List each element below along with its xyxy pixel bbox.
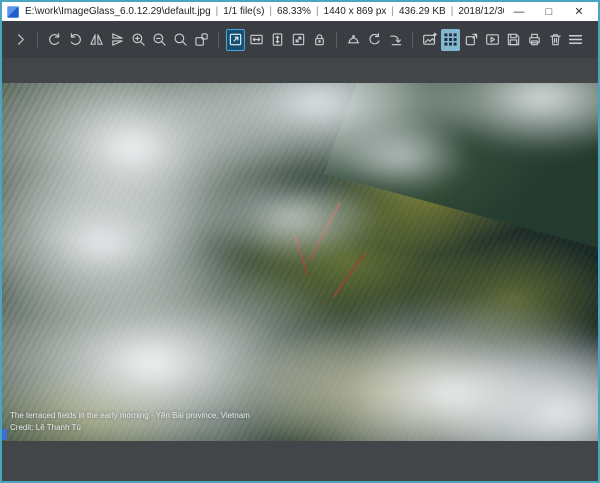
refresh-button[interactable] [365, 29, 384, 51]
window-title: E:\work\ImageGlass_6.0.12.29\default.jpg… [25, 2, 504, 21]
lock-icon [312, 32, 327, 47]
set-wallpaper-button[interactable] [420, 29, 439, 51]
full-screen-button[interactable] [462, 29, 481, 51]
flip-v-icon [110, 32, 125, 47]
minimize-button[interactable]: — [504, 3, 534, 21]
wallpaper-icon [422, 32, 437, 47]
next-icon [13, 32, 28, 47]
next-image-button[interactable] [11, 29, 30, 51]
photo-corner-logo [2, 429, 7, 440]
scale-to-height-button[interactable] [268, 29, 287, 51]
save-icon [506, 32, 521, 47]
zoom-in-icon [131, 32, 146, 47]
print-icon [527, 32, 542, 47]
open-with-icon [346, 32, 361, 47]
photo-canvas[interactable]: The terraced fields in the early morning… [2, 83, 598, 441]
image-viewer[interactable]: The terraced fields in the early morning… [2, 58, 598, 481]
goto-page-button[interactable] [386, 29, 405, 51]
imageglass-window: E:\work\ImageGlass_6.0.12.29\default.jpg… [0, 0, 600, 483]
toolbar-separator [37, 32, 38, 48]
lock-zoom-ratio-button[interactable] [310, 29, 329, 51]
open-with-button[interactable] [344, 29, 363, 51]
title-bar[interactable]: E:\work\ImageGlass_6.0.12.29\default.jpg… [2, 2, 598, 21]
maximize-button[interactable]: □ [534, 3, 564, 21]
zoom-100-icon [173, 32, 188, 47]
auto-zoom-icon [228, 32, 243, 47]
thumbnails-icon [443, 32, 458, 47]
cloud-layer [432, 333, 598, 441]
full-screen-icon [464, 32, 479, 47]
actual-size-button[interactable] [192, 29, 211, 51]
toolbar [2, 21, 598, 58]
scale-height-icon [270, 32, 285, 47]
hamburger-menu-icon [567, 31, 584, 48]
photo-credit: Credit: Lê Thanh Tú [10, 423, 81, 432]
imageglass-logo-icon [7, 6, 19, 18]
thumbnail-bar-button[interactable] [441, 29, 460, 51]
save-image-button[interactable] [504, 29, 523, 51]
rotate-right-icon [68, 32, 83, 47]
toolbar-button-strip [0, 29, 600, 51]
window-controls: — □ ✕ [504, 3, 594, 21]
scale-to-fit-button[interactable] [289, 29, 308, 51]
slideshow-button[interactable] [483, 29, 502, 51]
refresh-icon [367, 32, 382, 47]
delete-button[interactable] [546, 29, 565, 51]
toolbar-separator [218, 32, 219, 48]
flip-vertical-button[interactable] [108, 29, 127, 51]
zoom-out-button[interactable] [150, 29, 169, 51]
close-button[interactable]: ✕ [564, 3, 594, 21]
scale-to-width-button[interactable] [247, 29, 266, 51]
delete-icon [548, 32, 563, 47]
prev-icon [0, 32, 7, 47]
scale-fit-icon [291, 32, 306, 47]
rotate-left-button[interactable] [45, 29, 64, 51]
rotate-left-icon [47, 32, 62, 47]
flip-horizontal-button[interactable] [87, 29, 106, 51]
goto-icon [388, 32, 403, 47]
cloud-layer [332, 123, 472, 193]
toolbar-separator [412, 32, 413, 48]
photo-caption: The terraced fields in the early morning… [10, 411, 250, 420]
rotate-right-button[interactable] [66, 29, 85, 51]
toolbar-separator [336, 32, 337, 48]
prev-image-button[interactable] [0, 29, 9, 51]
zoom-out-icon [152, 32, 167, 47]
flip-h-icon [89, 32, 104, 47]
auto-zoom-button[interactable] [226, 29, 245, 51]
scale-width-icon [249, 32, 264, 47]
slideshow-icon [485, 32, 500, 47]
zoom-in-button[interactable] [129, 29, 148, 51]
print-button[interactable] [525, 29, 544, 51]
zoom-100-button[interactable] [171, 29, 190, 51]
main-menu-button[interactable] [564, 28, 586, 50]
actual-size-icon [194, 32, 209, 47]
